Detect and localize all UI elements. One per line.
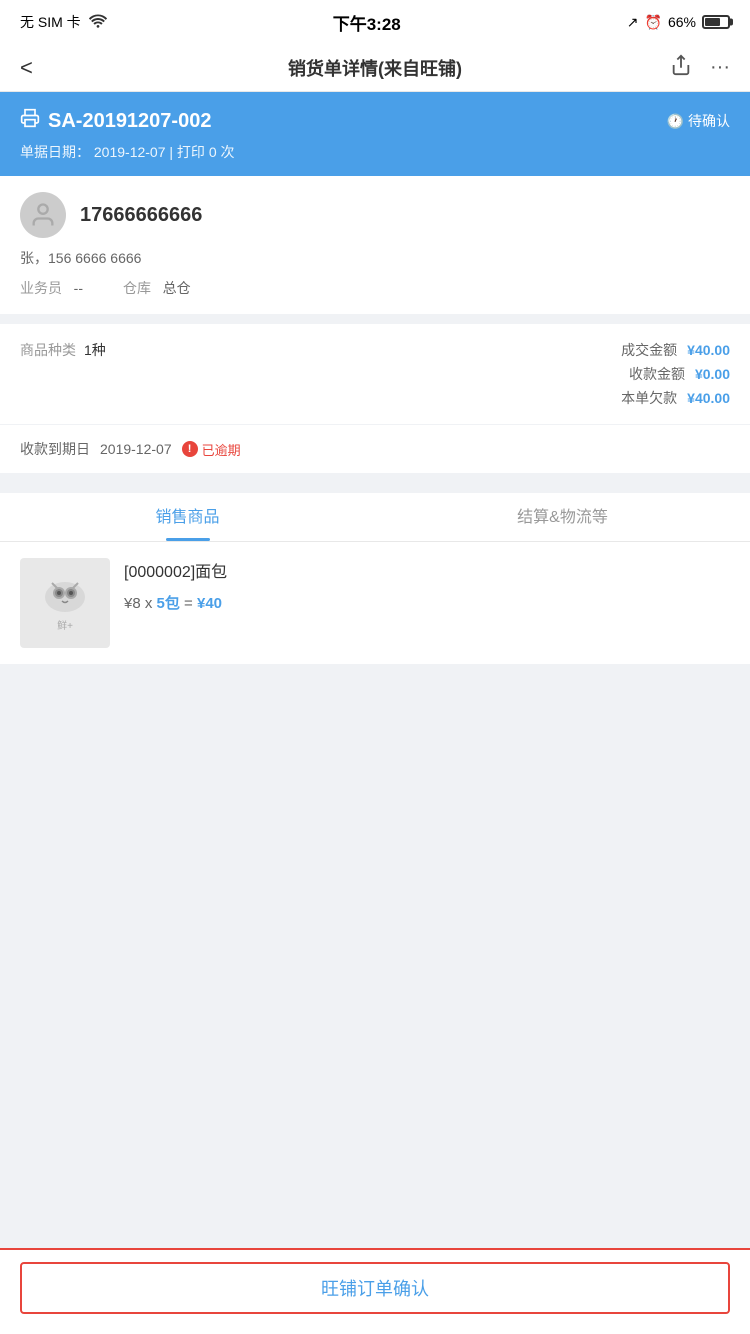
received-row: 收款金额 ¥0.00: [629, 364, 730, 384]
goods-type: 商品种类 1种: [20, 340, 106, 360]
product-image: 鲜+: [20, 558, 110, 648]
goods-type-value: 1种: [84, 340, 106, 360]
tabs-section: 销售商品 结算&物流等: [0, 493, 750, 542]
sales-value: --: [74, 280, 83, 296]
battery-icon: [702, 15, 730, 29]
customer-phone: 17666666666: [80, 204, 202, 227]
overdue-badge: ! 已逾期: [182, 440, 241, 459]
order-id: SA-20191207-002: [20, 108, 211, 134]
equals-text: =: [180, 595, 197, 612]
transaction-row: 成交金额 ¥40.00: [621, 340, 730, 360]
customer-sub: 张，156 6666 6666: [20, 248, 730, 268]
due-section: 收款到期日 2019-12-07 ! 已逾期: [0, 424, 750, 473]
received-label: 收款金额: [629, 364, 685, 384]
divider-1: [0, 314, 750, 324]
nav-bar: < 销货单详情(来自旺铺) ···: [0, 44, 750, 92]
carrier-label: 无 SIM 卡: [20, 12, 81, 32]
order-date: 单据日期： 2019-12-07 | 打印 0 次: [20, 142, 730, 162]
warehouse-info: 仓库 总仓: [123, 278, 191, 298]
customer-section: 17666666666 张，156 6666 6666 业务员 -- 仓库 总仓: [0, 176, 750, 314]
summary-section: 商品种类 1种 成交金额 ¥40.00 收款金额 ¥0.00 本单欠款 ¥40.…: [0, 324, 750, 424]
product-price: ¥8 x 5包 = ¥40: [124, 592, 730, 613]
clock-icon: 🕐: [667, 113, 684, 130]
tab-settlement-label: 结算&物流等: [517, 503, 608, 527]
product-img-inner: 鲜+: [40, 575, 90, 632]
amounts: 成交金额 ¥40.00 收款金额 ¥0.00 本单欠款 ¥40.00: [621, 340, 730, 408]
bottom-area: [0, 664, 750, 924]
sales-info: 业务员 --: [20, 278, 83, 298]
total-text: ¥40: [197, 595, 222, 612]
back-button[interactable]: <: [20, 47, 43, 89]
product-info: [0000002]面包 ¥8 x 5包 = ¥40: [124, 558, 730, 613]
printer-icon: [20, 108, 40, 134]
tab-settlement[interactable]: 结算&物流等: [375, 493, 750, 541]
battery-label: 66%: [668, 14, 696, 30]
nav-actions: ···: [670, 54, 730, 82]
transaction-label: 成交金额: [621, 340, 677, 360]
warehouse-label: 仓库: [123, 280, 151, 296]
divider-2: [0, 473, 750, 483]
customer-meta: 业务员 -- 仓库 总仓: [20, 278, 730, 298]
sales-label: 业务员: [20, 280, 62, 296]
confirm-order-button[interactable]: 旺铺订单确认: [20, 1262, 730, 1314]
transaction-amount: ¥40.00: [687, 342, 730, 358]
tab-products[interactable]: 销售商品: [0, 493, 375, 541]
product-name: [0000002]面包: [124, 558, 730, 582]
status-bar: 无 SIM 卡 下午3:28 ↗ ⏰ 66%: [0, 0, 750, 44]
received-amount: ¥0.00: [695, 366, 730, 382]
more-button[interactable]: ···: [710, 56, 730, 79]
status-right: ↗ ⏰ 66%: [627, 14, 730, 31]
overdue-icon: !: [182, 441, 198, 457]
alarm-icon: ⏰: [645, 14, 662, 31]
overdue-text: 已逾期: [202, 440, 241, 459]
tabs-row: 销售商品 结算&物流等: [0, 493, 750, 541]
qty-text: 5包: [157, 595, 180, 612]
avatar: [20, 192, 66, 238]
price-text: ¥8 x: [124, 595, 157, 612]
order-id-row: SA-20191207-002 🕐 待确认: [20, 108, 730, 134]
product-section: 鲜+ [0000002]面包 ¥8 x 5包 = ¥40: [0, 542, 750, 664]
status-left: 无 SIM 卡: [20, 12, 107, 32]
warehouse-value: 总仓: [163, 280, 191, 296]
wifi-icon: [89, 14, 107, 31]
product-row: 鲜+ [0000002]面包 ¥8 x 5包 = ¥40: [20, 558, 730, 648]
debt-row: 本单欠款 ¥40.00: [621, 388, 730, 408]
location-icon: ↗: [627, 14, 639, 31]
order-status: 🕐 待确认: [667, 111, 730, 131]
order-header: SA-20191207-002 🕐 待确认 单据日期： 2019-12-07 |…: [0, 92, 750, 176]
summary-row: 商品种类 1种 成交金额 ¥40.00 收款金额 ¥0.00 本单欠款 ¥40.…: [20, 340, 730, 408]
share-button[interactable]: [670, 54, 692, 82]
debt-amount: ¥40.00: [687, 390, 730, 406]
debt-label: 本单欠款: [621, 388, 677, 408]
due-label: 收款到期日: [20, 439, 90, 459]
tab-products-label: 销售商品: [155, 503, 219, 527]
page-title: 销货单详情(来自旺铺): [288, 55, 462, 81]
customer-row: 17666666666: [20, 192, 730, 238]
confirm-button-wrap: 旺铺订单确认: [0, 1248, 750, 1334]
status-time: 下午3:28: [333, 10, 401, 35]
due-date: 2019-12-07: [100, 441, 172, 457]
goods-type-label: 商品种类: [20, 340, 76, 360]
